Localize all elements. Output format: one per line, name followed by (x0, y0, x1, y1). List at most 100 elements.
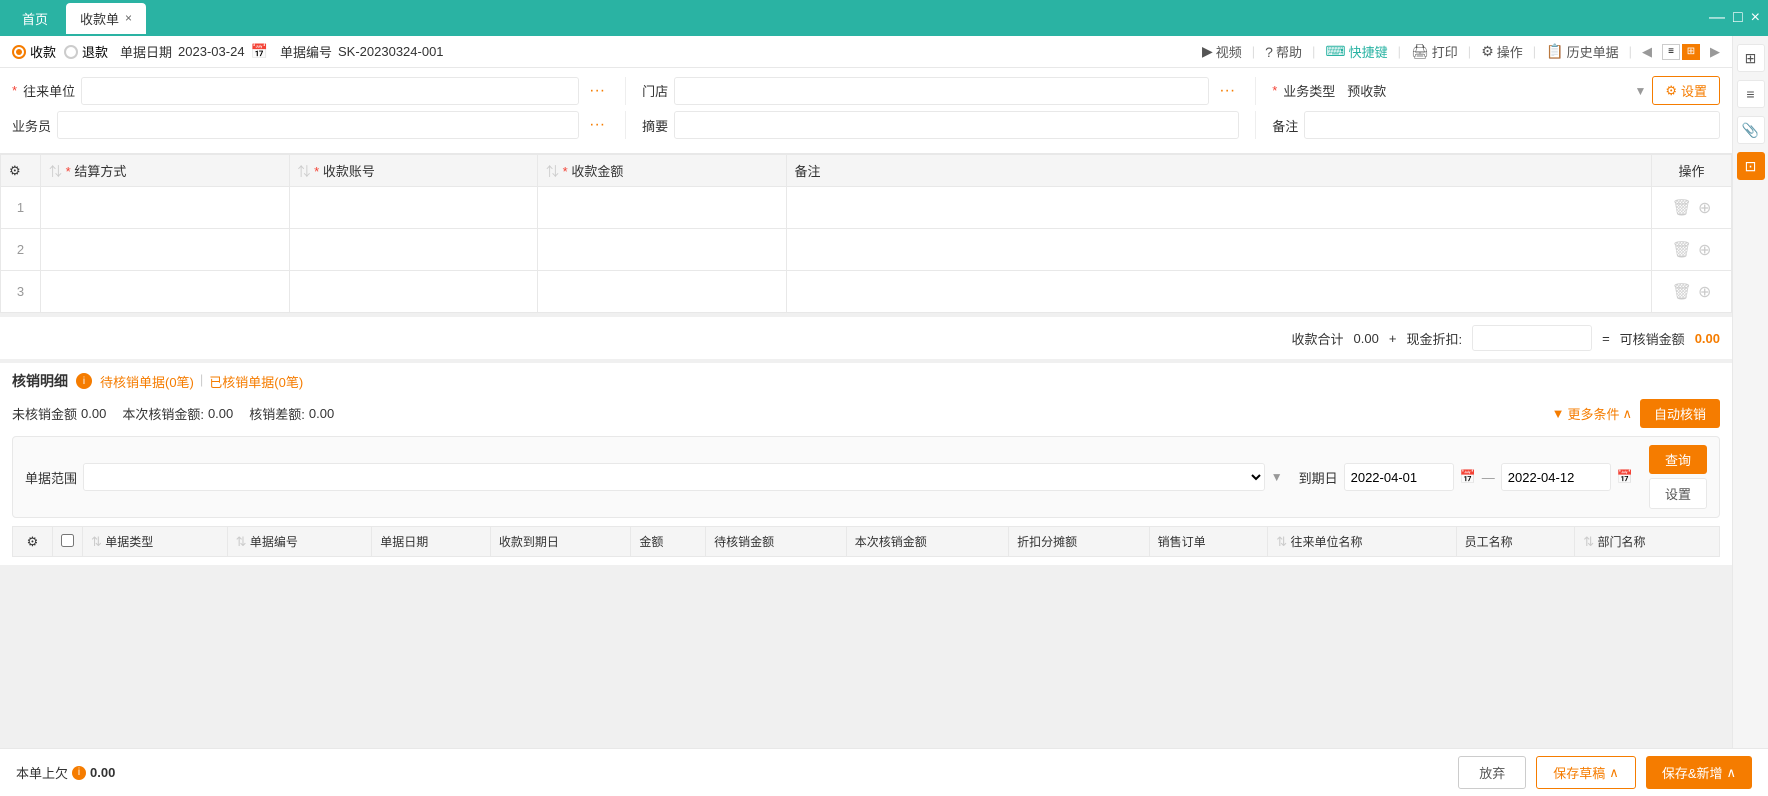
ops-cell-3: 🗑 ⊕ (1660, 282, 1723, 302)
delete-icon-1[interactable]: 🗑 (1672, 198, 1692, 218)
row2-account[interactable] (289, 229, 538, 271)
help-icon: ? (1265, 44, 1273, 60)
summary-input[interactable] (674, 111, 1239, 139)
biz-type-dropdown-icon[interactable]: ▼ (1634, 84, 1646, 98)
row2-ops: 🗑 ⊕ (1652, 229, 1732, 271)
select-all-checkbox[interactable] (61, 534, 74, 547)
main-table: ⚙ ⇅ * 结算方式 ⇅ * 收款账号 ⇅ * 收款金额 (0, 154, 1732, 313)
row3-account[interactable] (289, 271, 538, 313)
radio-receive[interactable]: 收款 (12, 42, 56, 61)
prev-btn[interactable]: ◀ (1642, 44, 1652, 60)
store-input[interactable] (674, 77, 1209, 105)
auto-writeoff-btn[interactable]: 自动核销 (1640, 399, 1720, 428)
panel-icon-list[interactable]: ≡ (1737, 80, 1765, 108)
video-btn[interactable]: ▶ 视频 (1202, 42, 1242, 61)
print-label: 打印 (1432, 42, 1458, 61)
row1-amount[interactable] (538, 187, 787, 229)
row1-settle[interactable] (41, 187, 290, 229)
remark-input[interactable] (1304, 111, 1720, 139)
bill-date-value[interactable]: 2023-03-24 (178, 44, 245, 59)
biz-type-value[interactable]: 预收款 (1341, 81, 1628, 100)
save-draft-button[interactable]: 保存草稿 ∧ (1536, 756, 1636, 789)
row1-account[interactable] (289, 187, 538, 229)
col-sales-order: 销售订单 (1149, 527, 1268, 557)
query-range-select[interactable] (83, 463, 1265, 491)
delete-icon-2[interactable]: 🗑 (1672, 240, 1692, 260)
cal-start-icon[interactable]: 📅 (1460, 469, 1476, 485)
tab-close-icon[interactable]: × (125, 12, 132, 24)
maximize-button[interactable]: □ (1733, 9, 1743, 27)
tab-active[interactable]: 收款单 × (66, 3, 146, 34)
gear-icon-bottom[interactable]: ⚙ (27, 534, 39, 549)
operate-label: 操作 (1497, 42, 1523, 61)
save-new-button[interactable]: 保存&新增 ∧ (1646, 756, 1752, 789)
staff-input[interactable] (57, 111, 579, 139)
print-btn[interactable]: 🖨 打印 (1411, 42, 1458, 61)
more-conditions-btn[interactable]: ▼ 更多条件 ∧ (1552, 404, 1632, 423)
help-btn[interactable]: ? 帮助 (1265, 42, 1302, 61)
col-checkbox-header[interactable]: ⚙ (13, 527, 53, 557)
col-check[interactable] (53, 527, 83, 557)
info-circle[interactable]: i (72, 766, 86, 780)
col-amount: ⇅ * 收款金额 (538, 155, 787, 187)
separator5: | (1533, 44, 1536, 59)
row3-ops: 🗑 ⊕ (1652, 271, 1732, 313)
history-btn[interactable]: 📋 历史单据 (1546, 42, 1618, 61)
row3-amount[interactable] (538, 271, 787, 313)
query-range-label: 单据范围 (25, 468, 77, 487)
layout-btn-list[interactable]: ≡ (1662, 44, 1680, 60)
counterpart-input[interactable] (81, 77, 579, 105)
calendar-icon[interactable]: 📅 (251, 43, 268, 60)
delete-icon-3[interactable]: 🗑 (1672, 282, 1692, 302)
row-num-2: 2 (1, 229, 41, 271)
col-gear[interactable]: ⚙ (1, 155, 41, 187)
done-tab[interactable]: 已核销单据(0笔) (209, 372, 303, 391)
panel-icon-attach[interactable]: 📎 (1737, 116, 1765, 144)
minimize-button[interactable]: — (1709, 9, 1725, 27)
col-discount: 折扣分摊额 (1009, 527, 1150, 557)
tab-home[interactable]: 首页 (8, 3, 62, 34)
copy-icon-3[interactable]: ⊕ (1698, 282, 1711, 302)
store-more-icon[interactable]: ··· (1215, 82, 1239, 100)
panel-icon-expand[interactable]: ⊡ (1737, 152, 1765, 180)
due-date-field: 到期日 📅 — 📅 (1299, 463, 1633, 491)
due-date-end-input[interactable] (1501, 463, 1611, 491)
row3-remark[interactable] (786, 271, 1652, 313)
setting-btn2[interactable]: 设置 (1649, 478, 1707, 509)
setting-label: 设置 (1681, 81, 1707, 100)
pending-tab[interactable]: 待核销单据(0笔) (100, 372, 194, 391)
store-field: 门店 ··· (642, 77, 1239, 105)
radio-refund[interactable]: 退款 (64, 42, 108, 61)
discount-input[interactable] (1472, 325, 1592, 351)
form-section: * 往来单位 ··· 门店 ··· * 业务类型 预收款 ▼ ⚙ 设置 (0, 68, 1732, 154)
shortcut-btn[interactable]: ⌨ 快捷键 (1325, 42, 1387, 61)
row1-remark[interactable] (786, 187, 1652, 229)
row2-remark[interactable] (786, 229, 1652, 271)
biz-type-field: * 业务类型 预收款 ▼ ⚙ 设置 (1272, 76, 1720, 105)
operate-btn[interactable]: ⚙ 操作 (1481, 42, 1523, 61)
sort-bottom-4: ⇅ (1583, 534, 1594, 549)
staff-more-icon[interactable]: ··· (585, 116, 609, 134)
query-button[interactable]: 查询 (1649, 445, 1707, 474)
next-btn[interactable]: ▶ (1710, 44, 1720, 60)
row3-settle[interactable] (41, 271, 290, 313)
row2-amount[interactable] (538, 229, 787, 271)
copy-icon-2[interactable]: ⊕ (1698, 240, 1711, 260)
panel-icon-table[interactable]: ⊞ (1737, 44, 1765, 72)
counterpart-more-icon[interactable]: ··· (585, 82, 609, 100)
cal-end-icon[interactable]: 📅 (1617, 469, 1633, 485)
col-account-no: ⇅ * 收款账号 (289, 155, 538, 187)
available-value: 0.00 (1695, 331, 1720, 346)
row2-settle[interactable] (41, 229, 290, 271)
form-divider-2 (1255, 77, 1256, 105)
close-window-button[interactable]: × (1751, 9, 1760, 27)
due-date-start-input[interactable] (1344, 463, 1454, 491)
info-icon[interactable]: i (76, 373, 92, 389)
copy-icon-1[interactable]: ⊕ (1698, 198, 1711, 218)
save-new-arrow: ∧ (1726, 765, 1736, 781)
layout-btn-grid[interactable]: ⊞ (1682, 44, 1700, 60)
save-draft-arrow: ∧ (1609, 765, 1619, 781)
setting-button[interactable]: ⚙ 设置 (1652, 76, 1720, 105)
discard-button[interactable]: 放弃 (1458, 756, 1526, 789)
query-range-dropdown-icon[interactable]: ▼ (1271, 470, 1283, 484)
